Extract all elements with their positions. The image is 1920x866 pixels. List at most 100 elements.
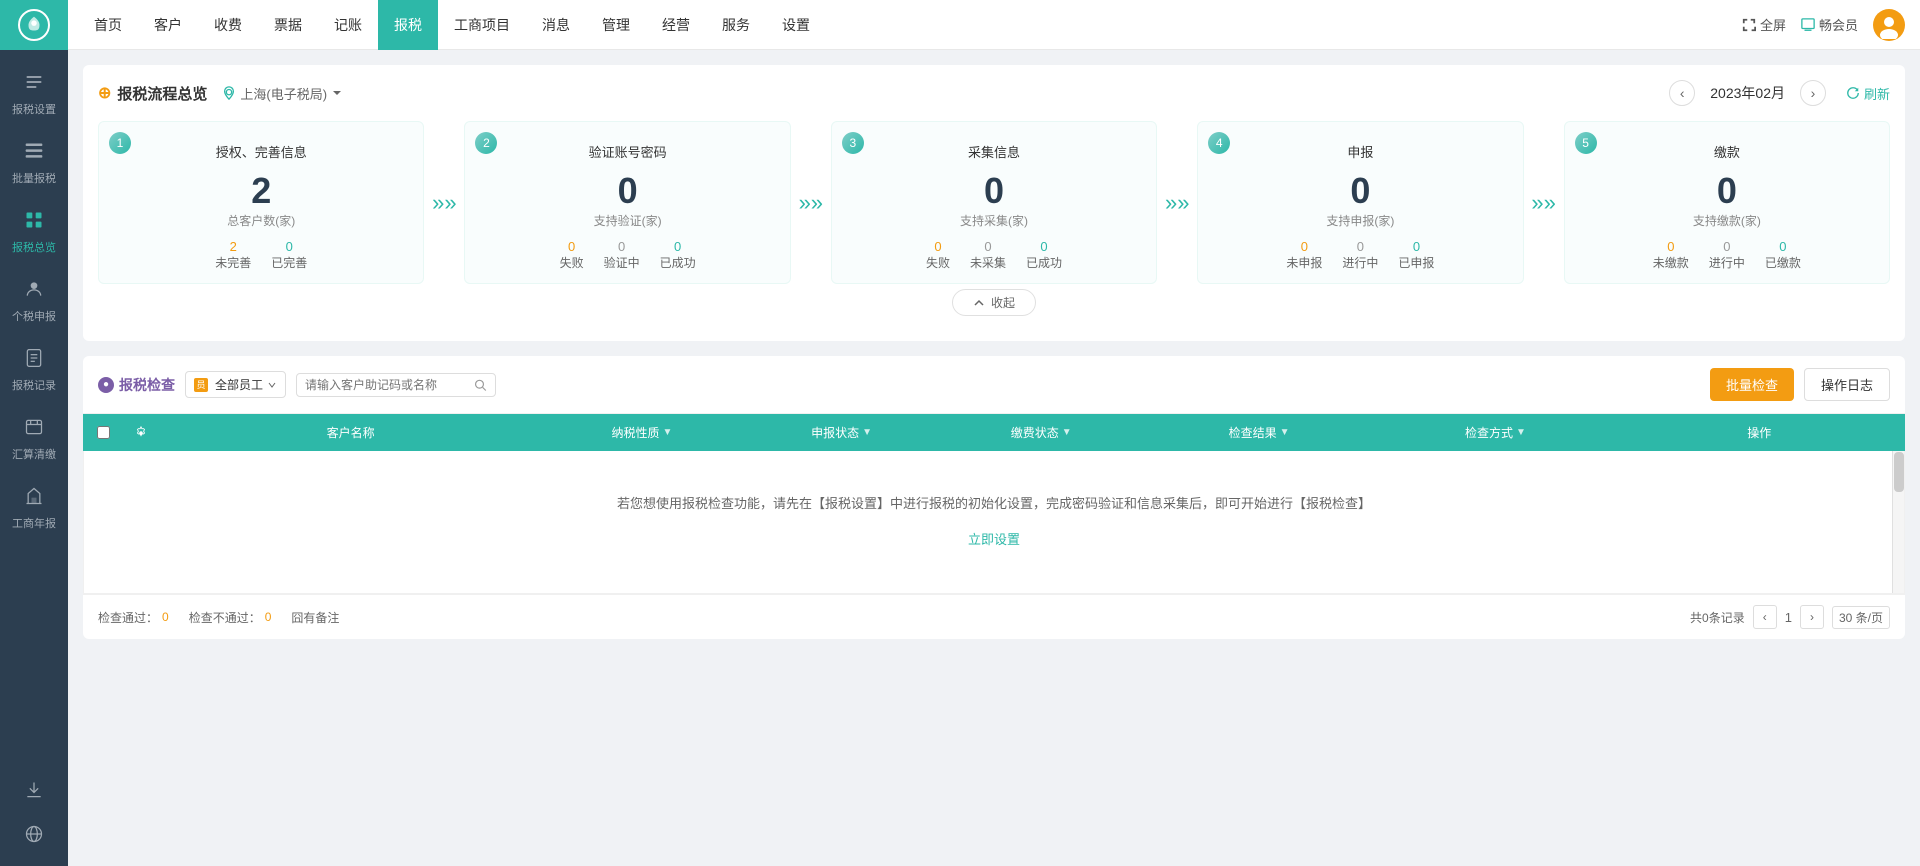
filter-icon-tax[interactable]: ▼: [663, 427, 673, 438]
footer-stats: 检查通过： 0 检查不通过： 0 囧有备注: [98, 609, 339, 626]
current-page: 1: [1785, 610, 1792, 625]
download-icon: [24, 780, 44, 800]
current-date: 2023年02月: [1710, 83, 1785, 103]
sidebar-label-annual-report: 工商年报: [12, 515, 56, 531]
dropdown-arrow-icon: [267, 380, 277, 390]
settings-icon[interactable]: [134, 426, 148, 440]
sidebar-item-download[interactable]: [0, 768, 68, 812]
step-subtitle-1: 总客户数(家): [114, 212, 408, 229]
check-header: ● 报税检查 员 全部员工 批量检查 操作日志: [83, 356, 1905, 414]
batch-tax-icon: [24, 141, 44, 166]
step-subtitle-4: 支持申报(家): [1213, 212, 1507, 229]
search-input[interactable]: [305, 378, 468, 392]
table-body: 若您想使用报税检查功能，请先在【报税设置】中进行报税的初始化设置，完成密码验证和…: [83, 451, 1905, 594]
main-layout: 报税设置 批量报税 报税总览 个税申报 报税记录: [0, 50, 1920, 866]
next-month-button[interactable]: ›: [1800, 80, 1826, 106]
operation-log-button[interactable]: 操作日志: [1804, 368, 1890, 401]
sidebar-item-personal-tax[interactable]: 个税申报: [0, 267, 68, 336]
nav-message[interactable]: 消息: [526, 0, 586, 50]
personal-tax-icon: [24, 279, 44, 304]
filter-icon-declare[interactable]: ▼: [862, 427, 872, 438]
user-avatar[interactable]: [1873, 9, 1905, 41]
sidebar-item-tax-settings[interactable]: 报税设置: [0, 60, 68, 129]
annual-report-icon: [24, 486, 44, 511]
globe-icon: [24, 824, 44, 844]
step-stats-3: 0 失败 0 未采集 0 已成功: [847, 239, 1141, 271]
member-button[interactable]: 畅会员: [1801, 15, 1858, 34]
refresh-button[interactable]: 刷新: [1846, 84, 1890, 103]
per-page-selector[interactable]: 30 条/页: [1832, 606, 1890, 629]
nav-home[interactable]: 首页: [78, 0, 138, 50]
prev-page-button[interactable]: ‹: [1753, 605, 1777, 629]
filter-icon-result[interactable]: ▼: [1280, 427, 1290, 438]
stat-collected: 0 已成功: [1026, 239, 1062, 271]
search-icon[interactable]: [474, 378, 487, 392]
step-stats-4: 0 未申报 0 进行中 0 已申报: [1213, 239, 1507, 271]
filter-icon-pay[interactable]: ▼: [1062, 427, 1072, 438]
sidebar-item-tax-overview[interactable]: 报税总览: [0, 198, 68, 267]
step-count-5: 0: [1580, 169, 1874, 212]
sidebar-item-settlement[interactable]: 汇算清缴: [0, 405, 68, 474]
chevron-down-icon: [331, 87, 343, 99]
table-container: 客户名称 纳税性质 ▼ 申报状态 ▼ 缴费状态 ▼ 检查: [83, 414, 1905, 639]
main-content: ⊕ 报税流程总览 上海(电子税局) ‹ 2023年02月 › 刷新: [68, 50, 1920, 866]
pass-count-link[interactable]: 0: [162, 610, 169, 624]
card-header: ⊕ 报税流程总览 上海(电子税局) ‹ 2023年02月 › 刷新: [98, 80, 1890, 106]
settlement-icon: [24, 417, 44, 442]
select-all-checkbox[interactable]: [97, 426, 110, 439]
step-title-5: 缴款: [1580, 137, 1874, 161]
stat-not-declared: 0 未申报: [1286, 239, 1322, 271]
step-num-3: 3: [842, 132, 864, 154]
sidebar: 报税设置 批量报税 报税总览 个税申报 报税记录: [0, 50, 68, 866]
nav-business[interactable]: 工商项目: [438, 0, 526, 50]
step-subtitle-5: 支持缴款(家): [1580, 212, 1874, 229]
th-check-result: 检查结果 ▼: [1141, 414, 1377, 451]
prev-month-button[interactable]: ‹: [1669, 80, 1695, 106]
nav-management[interactable]: 管理: [586, 0, 646, 50]
fullscreen-button[interactable]: 全屏: [1742, 15, 1786, 34]
date-navigation: ‹ 2023年02月 ›: [1669, 80, 1826, 106]
batch-check-button[interactable]: 批量检查: [1710, 368, 1794, 401]
scrollbar-thumb[interactable]: [1894, 452, 1904, 492]
search-box: [296, 373, 496, 397]
nav-fee[interactable]: 收费: [198, 0, 258, 50]
fail-count-link[interactable]: 0: [265, 610, 272, 624]
nav-service[interactable]: 服务: [706, 0, 766, 50]
sidebar-item-annual-report[interactable]: 工商年报: [0, 474, 68, 543]
next-page-button[interactable]: ›: [1800, 605, 1824, 629]
nav-settings[interactable]: 设置: [766, 0, 826, 50]
stat-declared: 0 已申报: [1398, 239, 1434, 271]
step-arrow-4: »»: [1524, 121, 1564, 284]
nav-items: 首页 客户 收费 票据 记账 报税 工商项目 消息 管理 经营 服务 设置: [68, 0, 1727, 50]
chevron-up-icon: [973, 297, 985, 309]
location-selector[interactable]: 上海(电子税局): [222, 84, 343, 103]
sidebar-label-personal-tax: 个税申报: [12, 308, 56, 324]
tax-check-section: ● 报税检查 员 全部员工 批量检查 操作日志: [83, 356, 1905, 639]
filter-icon-method[interactable]: ▼: [1516, 427, 1526, 438]
sidebar-item-batch-tax[interactable]: 批量报税: [0, 129, 68, 198]
logo[interactable]: [0, 0, 68, 50]
setup-link[interactable]: 立即设置: [968, 532, 1020, 547]
sidebar-label-tax-records: 报税记录: [12, 377, 56, 393]
sidebar-item-globe[interactable]: [0, 812, 68, 856]
collapse-button[interactable]: 收起: [952, 289, 1036, 316]
stat-verifying: 0 验证中: [604, 239, 640, 271]
check-title-icon: ●: [98, 377, 114, 393]
nav-operation[interactable]: 经营: [646, 0, 706, 50]
process-overview-card: ⊕ 报税流程总览 上海(电子税局) ‹ 2023年02月 › 刷新: [83, 65, 1905, 341]
nav-invoice[interactable]: 票据: [258, 0, 318, 50]
employee-filter[interactable]: 员 全部员工: [185, 371, 286, 398]
stat-complete: 0 已完善: [271, 239, 307, 271]
step-title-2: 验证账号密码: [480, 137, 774, 161]
nav-tax[interactable]: 报税: [378, 0, 438, 50]
stat-paying: 0 进行中: [1709, 239, 1745, 271]
step-collect: 3 采集信息 0 支持采集(家) 0 失败 0 未采集: [831, 121, 1157, 284]
scrollbar-track: [1892, 451, 1904, 593]
nav-client[interactable]: 客户: [138, 0, 198, 50]
sidebar-item-tax-records[interactable]: 报税记录: [0, 336, 68, 405]
step-count-1: 2: [114, 169, 408, 212]
stat-failed: 0 失败: [560, 239, 584, 271]
nav-accounting[interactable]: 记账: [318, 0, 378, 50]
fullscreen-label: 全屏: [1760, 15, 1786, 34]
th-checkbox: [83, 414, 123, 451]
